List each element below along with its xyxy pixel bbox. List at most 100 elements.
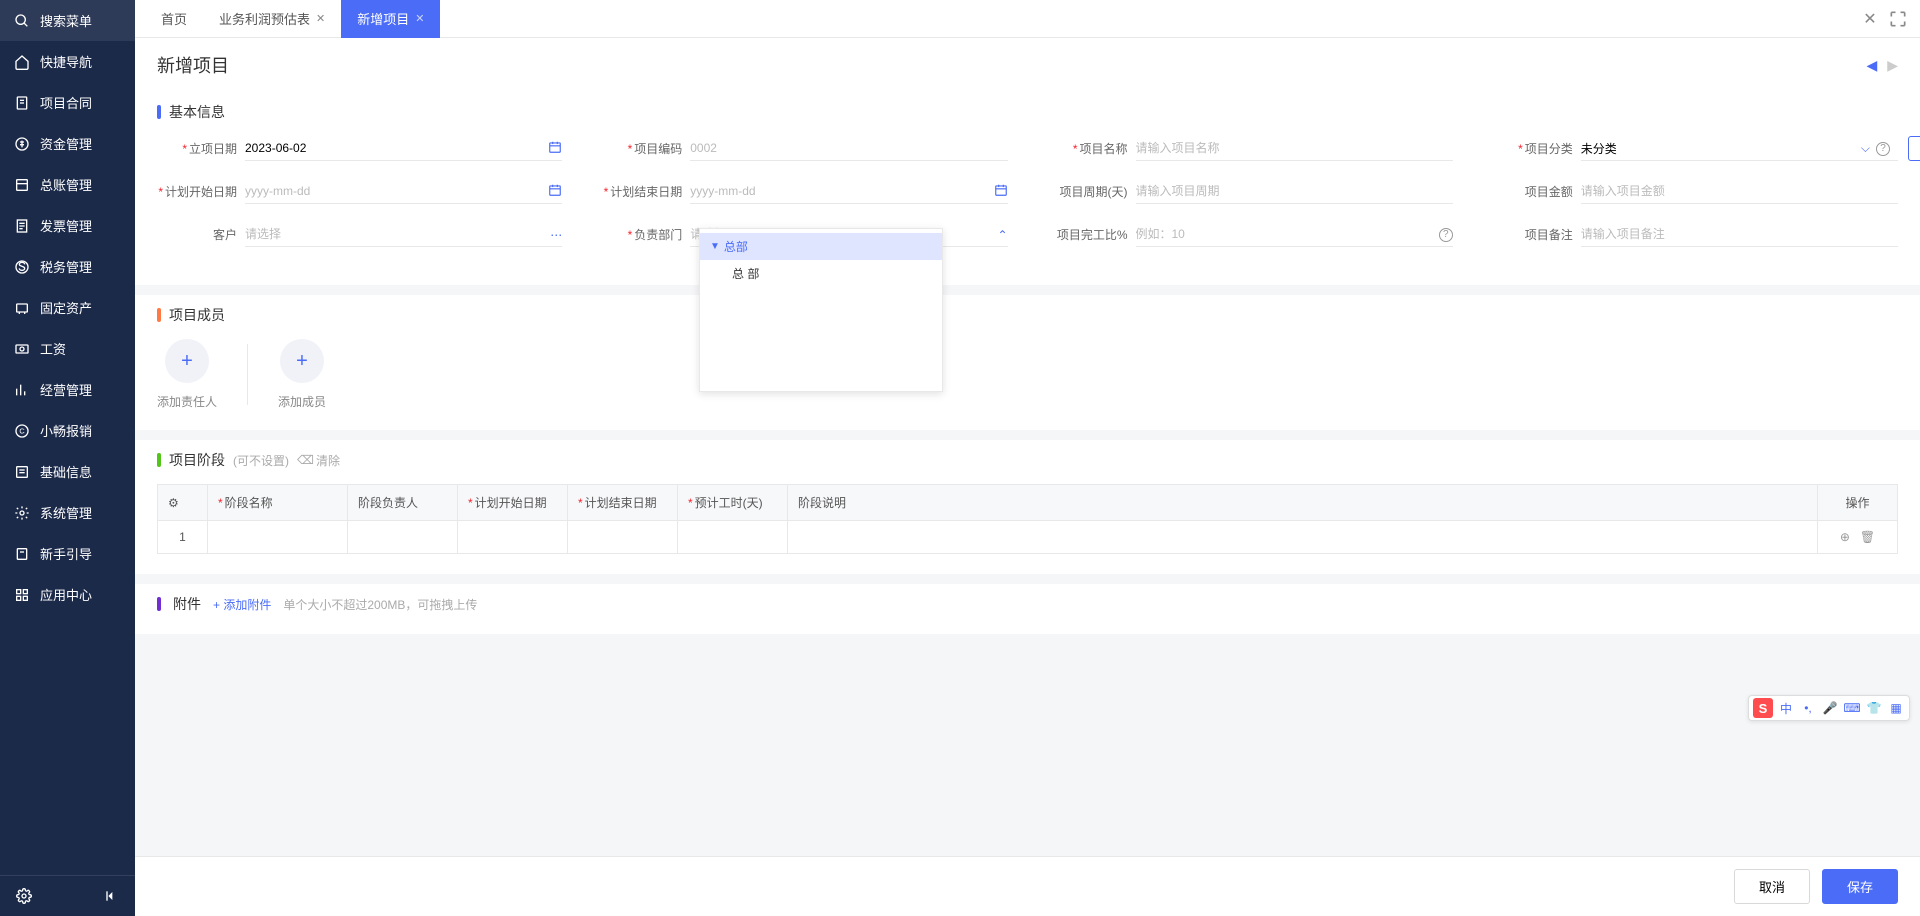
sidebar-item-info[interactable]: 基础信息 — [0, 451, 135, 492]
add-manager-button[interactable]: + — [165, 339, 209, 383]
sidebar-item-business[interactable]: 经营管理 — [0, 369, 135, 410]
sidebar-item-quicknav[interactable]: 快捷导航 — [0, 41, 135, 82]
th-desc: 阶段说明 — [788, 485, 1818, 521]
table-row[interactable]: 1 ⊕🗑 — [158, 521, 1898, 554]
chevron-down-icon[interactable]: ⌵ — [1861, 141, 1870, 156]
sidebar-item-invoice[interactable]: 发票管理 — [0, 205, 135, 246]
sidebar-item-guide[interactable]: 新手引导 — [0, 533, 135, 574]
th-gear[interactable]: ⚙ — [158, 485, 208, 521]
dropdown-label: 总部 — [724, 238, 748, 255]
customer-select[interactable] — [245, 222, 562, 247]
prev-arrow-icon[interactable]: ◀ — [1866, 57, 1877, 74]
amount-input[interactable] — [1581, 179, 1898, 204]
section-marker-icon — [157, 597, 161, 611]
ime-toolbar[interactable]: S 中 •, 🎤 ⌨ 👕 ▦ — [1748, 695, 1910, 721]
clear-button[interactable]: ⌫清除 — [297, 452, 340, 469]
sidebar-item-expense[interactable]: C 小畅报销 — [0, 410, 135, 451]
code-input[interactable] — [690, 136, 1007, 161]
label-department: *负责部门 — [602, 226, 682, 243]
completion-input[interactable] — [1136, 222, 1453, 247]
cell-hours[interactable] — [678, 521, 788, 554]
stages-table: ⚙ *阶段名称 阶段负责人 *计划开始日期 *计划结束日期 *预计工时(天) 阶… — [157, 484, 1898, 554]
close-icon[interactable]: ✕ — [316, 12, 325, 25]
next-arrow-icon[interactable]: ▶ — [1887, 57, 1898, 74]
remark-input[interactable] — [1581, 222, 1898, 247]
sidebar-item-project[interactable]: 项目合同 — [0, 82, 135, 123]
gear-icon[interactable] — [16, 888, 32, 904]
tab-label: 首页 — [161, 9, 187, 28]
close-all-icon[interactable]: ✕ — [1860, 9, 1880, 29]
settings-button[interactable]: ⚙设置 — [1908, 136, 1920, 161]
cell-end[interactable] — [568, 521, 678, 554]
add-attachment-button[interactable]: + 添加附件 — [213, 596, 271, 613]
department-dropdown: ▼ 总部 总 部 — [699, 228, 943, 392]
money-icon — [14, 136, 30, 152]
chevron-up-icon[interactable]: ⌃ — [997, 228, 1007, 242]
dropdown-item-child[interactable]: 总 部 — [700, 260, 942, 287]
delete-row-icon[interactable]: 🗑 — [1860, 530, 1875, 544]
page-header: 新增项目 ◀ ▶ — [135, 38, 1920, 92]
ime-skin-icon[interactable]: 👕 — [1865, 699, 1883, 717]
file-icon — [14, 95, 30, 111]
add-member-button[interactable]: + — [280, 339, 324, 383]
sidebar-item-system[interactable]: 系统管理 — [0, 492, 135, 533]
category-select[interactable] — [1581, 136, 1898, 161]
cell-start[interactable] — [458, 521, 568, 554]
sidebar-item-label: 应用中心 — [40, 585, 92, 604]
cell-owner[interactable] — [348, 521, 458, 554]
system-icon — [14, 505, 30, 521]
ime-keyboard-icon[interactable]: ⌨ — [1843, 699, 1861, 717]
end-date-input[interactable] — [690, 179, 1007, 204]
save-button[interactable]: 保存 — [1822, 869, 1898, 904]
dropdown-item-parent[interactable]: ▼ 总部 — [700, 233, 942, 260]
period-input[interactable] — [1136, 179, 1453, 204]
ime-toolbox-icon[interactable]: ▦ — [1887, 699, 1905, 717]
ime-mic-icon[interactable]: 🎤 — [1821, 699, 1839, 717]
sidebar-item-funds[interactable]: 资金管理 — [0, 123, 135, 164]
ime-lang-icon[interactable]: 中 — [1777, 699, 1795, 717]
section-marker-icon — [157, 308, 161, 322]
tab-home[interactable]: 首页 — [145, 0, 203, 38]
name-input[interactable] — [1136, 136, 1453, 161]
tab-profit[interactable]: 业务利润预估表 ✕ — [203, 0, 341, 38]
tab-new-project[interactable]: 新增项目 ✕ — [341, 0, 440, 38]
tree-expand-icon[interactable]: ▼ — [710, 241, 720, 252]
sidebar-item-label: 经营管理 — [40, 380, 92, 399]
cancel-button[interactable]: 取消 — [1734, 869, 1810, 904]
sidebar-item-label: 固定资产 — [40, 298, 92, 317]
cell-name[interactable] — [208, 521, 348, 554]
sidebar-item-label: 新手引导 — [40, 544, 92, 563]
section-members: 项目成员 + 添加责任人 + 添加成员 — [135, 295, 1920, 430]
start-date-input[interactable] — [245, 179, 562, 204]
calendar-icon[interactable] — [994, 183, 1008, 200]
more-icon[interactable]: ⋯ — [550, 228, 562, 242]
calendar-icon[interactable] — [548, 140, 562, 157]
sidebar-item-label: 小畅报销 — [40, 421, 92, 440]
th-owner: 阶段负责人 — [348, 485, 458, 521]
fullscreen-icon[interactable] — [1888, 9, 1908, 29]
sidebar-item-assets[interactable]: 固定资产 — [0, 287, 135, 328]
content-scroll[interactable]: 基本信息 *立项日期 *项目编码 *项目名称 — [135, 92, 1920, 856]
sidebar-item-ledger[interactable]: 总账管理 — [0, 164, 135, 205]
sidebar-search[interactable]: 搜索菜单 — [0, 0, 135, 41]
cell-desc[interactable] — [788, 521, 1818, 554]
sidebar-item-label: 税务管理 — [40, 257, 92, 276]
add-row-icon[interactable]: ⊕ — [1840, 530, 1850, 544]
ime-logo-icon[interactable]: S — [1753, 698, 1773, 718]
ime-punct-icon[interactable]: •, — [1799, 699, 1817, 717]
help-icon[interactable]: ? — [1876, 142, 1890, 156]
sidebar-item-tax[interactable]: 税务管理 — [0, 246, 135, 287]
divider — [247, 344, 248, 405]
label-completion: 项目完工比% — [1048, 226, 1128, 243]
date-input[interactable] — [245, 136, 562, 161]
sidebar-item-salary[interactable]: 工资 — [0, 328, 135, 369]
section-attachments: 附件 + 添加附件 单个大小不超过200MB，可拖拽上传 — [135, 584, 1920, 634]
collapse-icon[interactable] — [103, 888, 119, 904]
close-icon[interactable]: ✕ — [415, 12, 424, 25]
sidebar-item-apps[interactable]: 应用中心 — [0, 574, 135, 615]
section-title: 项目阶段 — [169, 450, 225, 470]
ledger-icon — [14, 177, 30, 193]
help-icon[interactable]: ? — [1439, 228, 1453, 242]
calendar-icon[interactable] — [548, 183, 562, 200]
section-title: 项目成员 — [169, 305, 225, 325]
